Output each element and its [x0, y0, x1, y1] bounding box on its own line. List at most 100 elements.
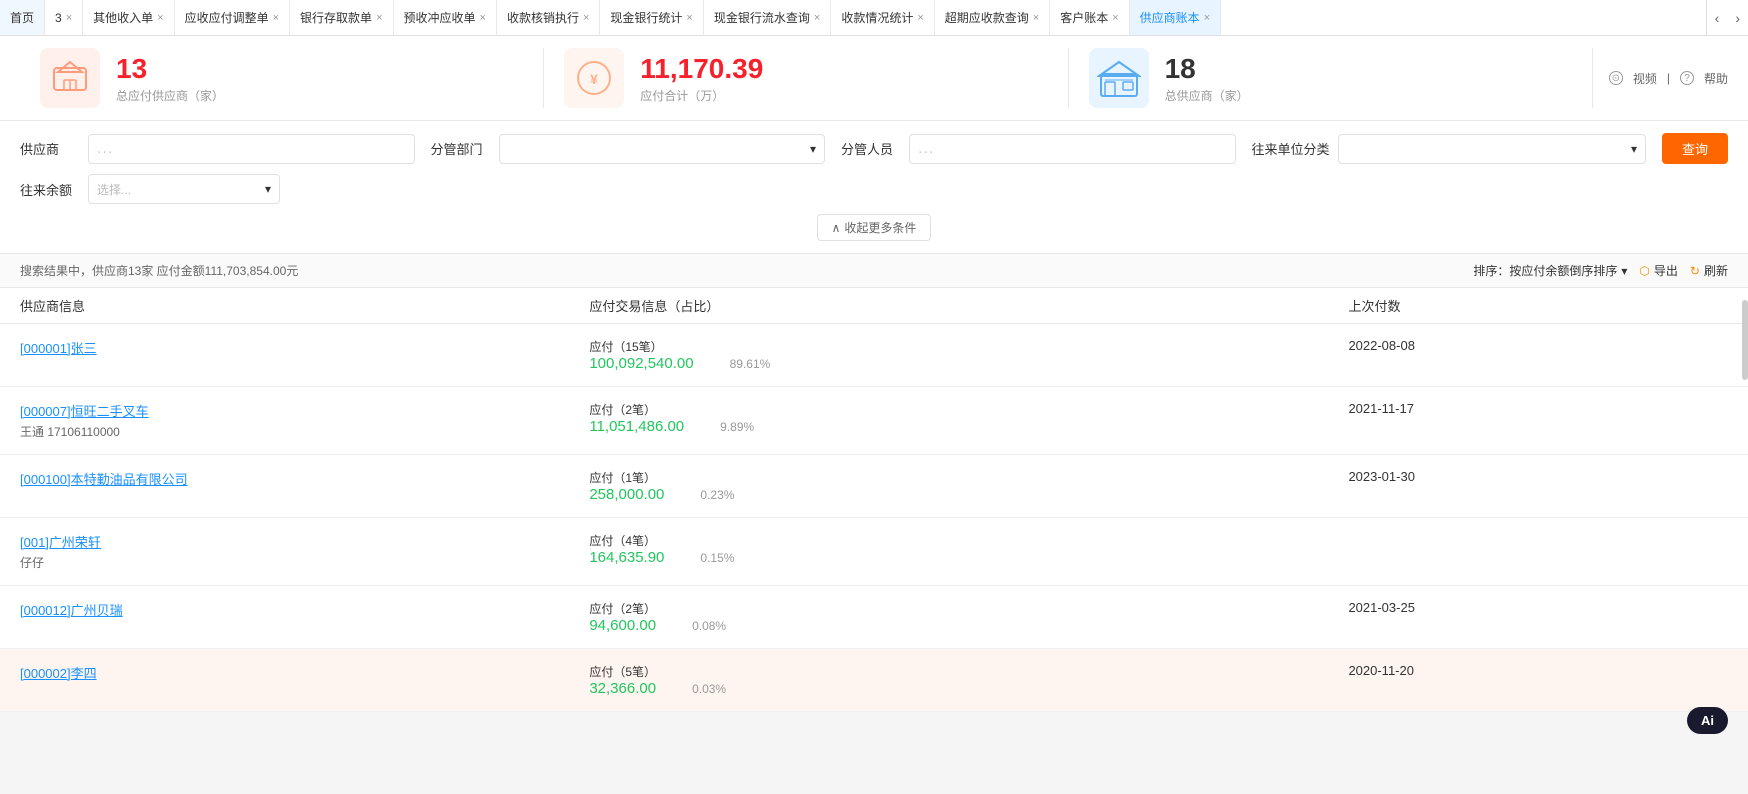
close-icon[interactable]: × — [686, 12, 692, 24]
tx-pct-3: 0.15% — [700, 551, 734, 565]
nav-tab-bank-deposit-label: 银行存取款单 — [300, 9, 372, 26]
col-header-tx: 应付交易信息（占比） — [589, 296, 1348, 315]
tx-amount-link-5[interactable]: 32,366.00 — [589, 680, 656, 697]
tx-info-cell: 应付（5笔） 32,366.00 0.03% — [589, 663, 1348, 697]
close-icon[interactable]: × — [66, 12, 72, 24]
supplier-info-cell: [000002]李四 — [20, 663, 589, 682]
close-icon[interactable]: × — [1112, 12, 1118, 24]
col-header-supplier: 供应商信息 — [20, 296, 589, 315]
collapse-filter-button[interactable]: ∧ 收起更多条件 — [817, 214, 932, 241]
nav-tab-home[interactable]: 首页 — [0, 0, 45, 35]
sort-label: 排序：按应付余额倒序排序 — [1473, 262, 1617, 279]
help-link[interactable]: 帮助 — [1704, 70, 1728, 87]
close-icon[interactable]: × — [814, 12, 820, 24]
ai-badge[interactable]: Ai — [1687, 707, 1728, 734]
nav-tab-other-income[interactable]: 其他收入单 × — [83, 0, 174, 35]
tx-info-cell: 应付（2笔） 11,051,486.00 9.89% — [589, 401, 1348, 435]
close-icon[interactable]: × — [273, 12, 279, 24]
supplier-name-link[interactable]: [000001]张三 — [20, 341, 97, 356]
last-pay-cell-0: 2022-08-08 — [1348, 338, 1728, 353]
supplier-name-link[interactable]: [000100]本特勤油品有限公司 — [20, 472, 188, 487]
close-icon[interactable]: × — [376, 12, 382, 24]
tx-label-4: 应付（2笔） — [589, 600, 1348, 617]
close-icon[interactable]: × — [583, 12, 589, 24]
close-icon[interactable]: × — [1033, 12, 1039, 24]
nav-prev-button[interactable]: ‹ — [1707, 0, 1728, 36]
result-info: 搜索结果中，供应商13家 应付金额111,703,854.00元 — [20, 262, 298, 279]
payable-supplier-label: 总应付供应商（家） — [116, 87, 224, 104]
nav-tab-cash-flow-label: 现金银行流水查询 — [714, 9, 810, 26]
tx-amount-link-1[interactable]: 11,051,486.00 — [589, 418, 684, 435]
last-pay-cell-2: 2023-01-30 — [1348, 469, 1728, 484]
refresh-icon: ↻ — [1690, 264, 1700, 278]
last-pay-cell-5: 2020-11-20 — [1348, 663, 1728, 678]
circle-icon2: ? — [1680, 71, 1694, 85]
nav-tab-collection-stat[interactable]: 收款情况统计 × — [831, 0, 934, 35]
tx-amount-link-3[interactable]: 164,635.90 — [589, 549, 664, 566]
table-row: [000001]张三 应付（15笔） 100,092,540.00 89.61%… — [0, 324, 1748, 387]
nav-next-button[interactable]: › — [1727, 0, 1748, 36]
nav-tab-3[interactable]: 3 × — [45, 0, 83, 35]
nav-tab-customer-ledger[interactable]: 客户账本 × — [1050, 0, 1129, 35]
supplier-name-link[interactable]: [000007]恒旺二手叉车 — [20, 404, 149, 419]
filter-category: 往来单位分类 ▾ — [1252, 134, 1647, 164]
tx-amount-link-2[interactable]: 258,000.00 — [589, 486, 664, 503]
close-icon[interactable]: × — [1204, 12, 1210, 24]
supplier-filter-input[interactable]: ... — [88, 134, 415, 164]
payable-supplier-count: 13 — [116, 52, 224, 86]
balance-filter-select[interactable]: 选择... ▾ — [88, 174, 280, 204]
refresh-button[interactable]: ↻ 刷新 — [1690, 262, 1728, 279]
tx-info-cell: 应付（1笔） 258,000.00 0.23% — [589, 469, 1348, 503]
nav-tab-prepay[interactable]: 预收冲应收单 × — [394, 0, 497, 35]
supplier-name-link[interactable]: [000002]李四 — [20, 666, 97, 681]
nav-tab-cash-flow[interactable]: 现金银行流水查询 × — [704, 0, 831, 35]
sort-select[interactable]: 排序：按应付余额倒序排序 ▾ — [1473, 262, 1627, 279]
nav-tab-adjustment-label: 应收应付调整单 — [185, 9, 269, 26]
video-link[interactable]: 视频 — [1633, 70, 1657, 87]
tx-pct-1: 9.89% — [720, 420, 754, 434]
nav-tab-cash-stat[interactable]: 现金银行统计 × — [600, 0, 703, 35]
nav-arrows: ‹ › — [1706, 0, 1748, 36]
close-icon[interactable]: × — [480, 12, 486, 24]
nav-tab-adjustment[interactable]: 应收应付调整单 × — [175, 0, 290, 35]
nav-tab-customer-ledger-label: 客户账本 — [1060, 9, 1108, 26]
result-bar: 搜索结果中，供应商13家 应付金额111,703,854.00元 排序：按应付余… — [0, 254, 1748, 288]
filter-row-2: 往来余额 选择... ▾ — [20, 174, 1728, 204]
export-label: 导出 — [1654, 262, 1678, 279]
chevron-down-icon4: ▾ — [1621, 264, 1627, 278]
table-header: 供应商信息 应付交易信息（占比） 上次付数 — [0, 288, 1748, 324]
close-icon[interactable]: × — [917, 12, 923, 24]
scrollbar-thumb[interactable] — [1742, 300, 1748, 380]
balance-filter-label: 往来余额 — [20, 180, 80, 199]
chevron-up-icon: ∧ — [832, 221, 841, 235]
tx-amount-link-4[interactable]: 94,600.00 — [589, 617, 656, 634]
nav-tab-collection[interactable]: 收款核销执行 × — [497, 0, 600, 35]
close-icon[interactable]: × — [157, 12, 163, 24]
category-filter-select[interactable]: ▾ — [1338, 134, 1646, 164]
tx-amount-link-0[interactable]: 100,092,540.00 — [589, 355, 693, 372]
table-row: [000007]恒旺二手叉车 王通 17106110000 应付（2笔） 11,… — [0, 387, 1748, 455]
total-supplier-count: 18 — [1165, 52, 1249, 86]
supplier-dots-icon: ... — [97, 140, 113, 158]
last-pay-date-4: 2021-03-25 — [1348, 600, 1415, 615]
supplier-info-cell: [000012]广州贝瑞 — [20, 600, 589, 619]
query-button[interactable]: 查询 — [1662, 133, 1728, 164]
nav-tab-overdue[interactable]: 超期应收款查询 × — [935, 0, 1050, 35]
supplier-name-link[interactable]: [001]广州荣轩 — [20, 535, 101, 550]
store-icon — [1089, 48, 1149, 108]
last-pay-date-2: 2023-01-30 — [1348, 469, 1415, 484]
tx-label-3: 应付（4笔） — [589, 532, 1348, 549]
export-button[interactable]: ⬡ 导出 — [1639, 262, 1678, 279]
tx-pct-0: 89.61% — [730, 357, 771, 371]
last-pay-cell-1: 2021-11-17 — [1348, 401, 1728, 416]
person-filter-input[interactable]: ... — [909, 134, 1236, 164]
total-amount-number: 11,170.39 — [640, 52, 763, 86]
nav-tab-bank-deposit[interactable]: 银行存取款单 × — [290, 0, 393, 35]
nav-tab-prepay-label: 预收冲应收单 — [404, 9, 476, 26]
nav-tab-supplier-ledger[interactable]: 供应商账本 × — [1130, 0, 1221, 35]
summary-card-total-suppliers: 18 总供应商（家） — [1069, 48, 1593, 108]
right-actions: 排序：按应付余额倒序排序 ▾ ⬡ 导出 ↻ 刷新 — [1473, 262, 1728, 279]
summary-info-payable: 13 总应付供应商（家） — [116, 52, 224, 105]
supplier-name-link[interactable]: [000012]广州贝瑞 — [20, 603, 123, 618]
dept-filter-select[interactable]: ▾ — [499, 134, 826, 164]
